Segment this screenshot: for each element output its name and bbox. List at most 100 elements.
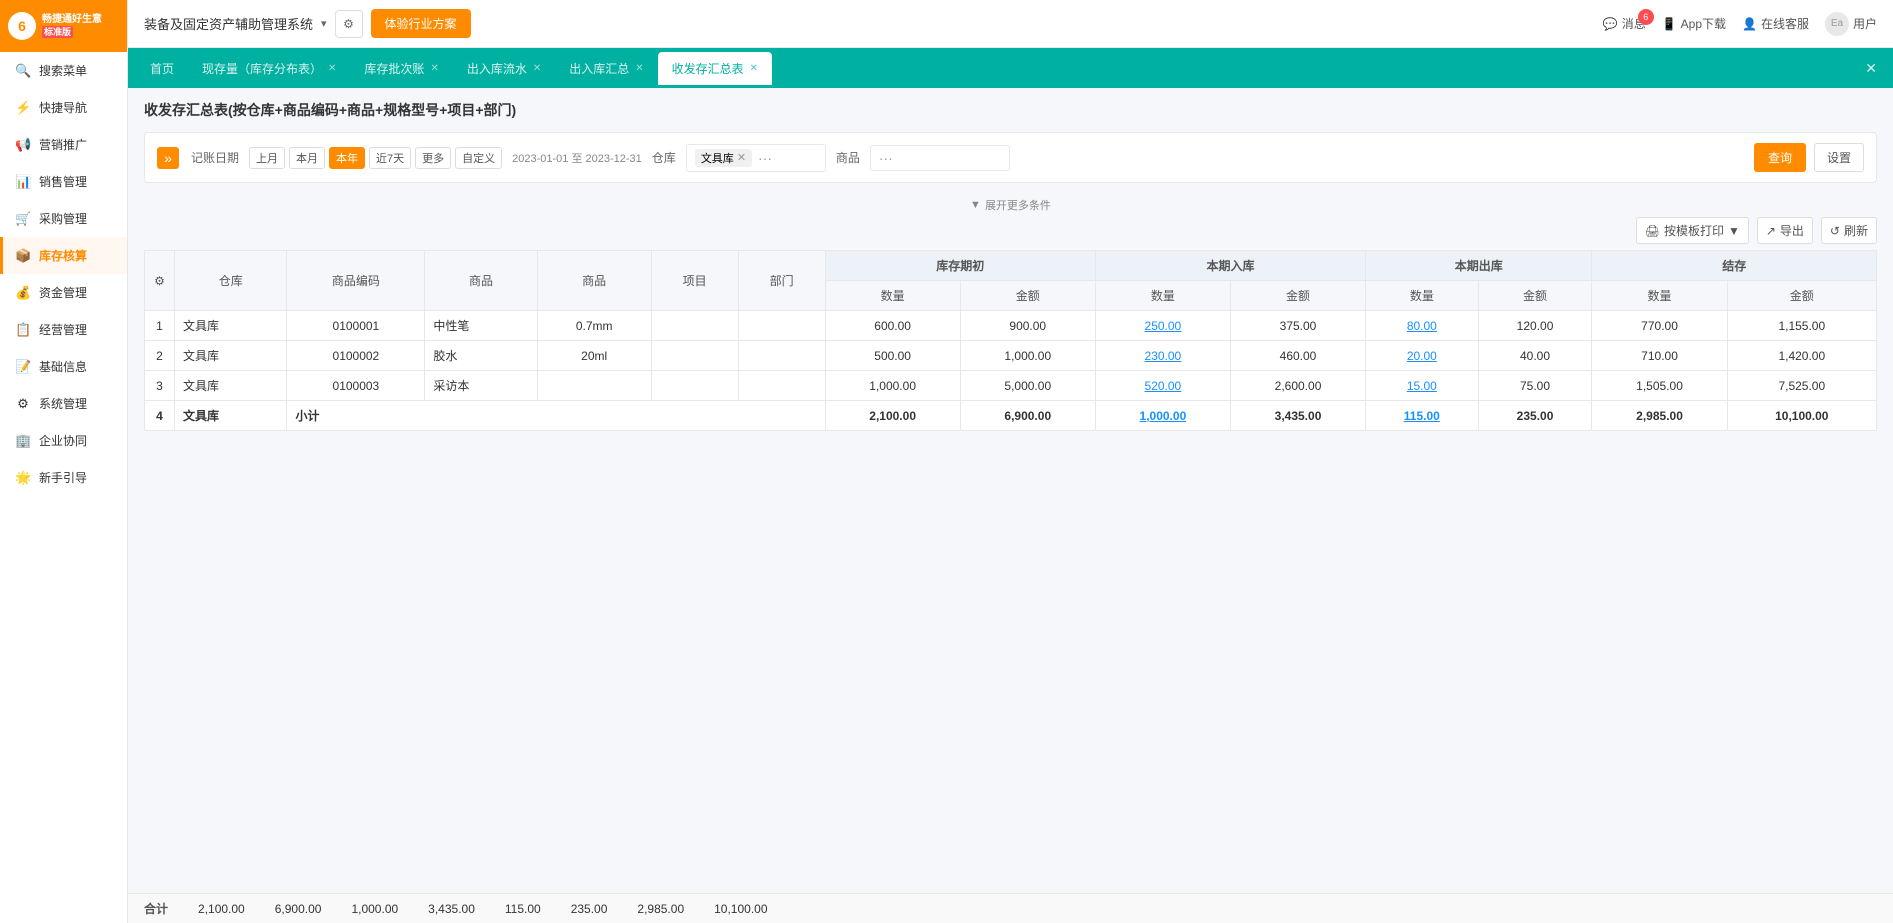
sidebar-item-marketing[interactable]: 📢 营销推广 bbox=[0, 126, 127, 163]
col-in-amt-header: 金额 bbox=[1230, 281, 1365, 311]
tab-close-icon[interactable]: ✕ bbox=[430, 63, 438, 74]
date-btn-custom[interactable]: 自定义 bbox=[455, 147, 502, 169]
row-in-qty[interactable]: 230.00 bbox=[1095, 341, 1230, 371]
tab-inout-flow[interactable]: 出入库流水 ✕ bbox=[453, 52, 555, 85]
row-index: 1 bbox=[145, 311, 175, 341]
user-menu[interactable]: Ea 用户 bbox=[1825, 12, 1877, 36]
subtotal-in-qty[interactable]: 1,000.00 bbox=[1095, 401, 1230, 431]
settings-button[interactable]: ⚙ bbox=[335, 10, 363, 38]
print-icon: 🖨 bbox=[1645, 224, 1660, 238]
tab-bar: 首页 现存量（库存分布表） ✕ 库存批次账 ✕ 出入库流水 ✕ 出入库汇总 ✕ … bbox=[128, 48, 1893, 88]
row-open-qty: 1,000.00 bbox=[825, 371, 960, 401]
col-project-header: 项目 bbox=[651, 251, 738, 311]
filter-toggle-button[interactable]: » bbox=[157, 147, 179, 169]
row-project bbox=[651, 371, 738, 401]
sidebar-item-search[interactable]: 🔍 搜索菜单 bbox=[0, 52, 127, 89]
row-out-qty[interactable]: 80.00 bbox=[1366, 311, 1479, 341]
subtotal-out-qty[interactable]: 115.00 bbox=[1366, 401, 1479, 431]
tab-close-icon[interactable]: ✕ bbox=[328, 63, 336, 74]
row-close-qty: 770.00 bbox=[1592, 311, 1727, 341]
sidebar-item-operations[interactable]: 📋 经营管理 bbox=[0, 311, 127, 348]
row-out-qty[interactable]: 15.00 bbox=[1366, 371, 1479, 401]
row-name: 中性笔 bbox=[425, 311, 537, 341]
col-out-header: 本期出库 bbox=[1366, 251, 1592, 281]
query-button[interactable]: 查询 bbox=[1754, 143, 1806, 172]
row-open-amt: 1,000.00 bbox=[960, 341, 1095, 371]
row-code: 0100002 bbox=[287, 341, 425, 371]
tab-inventory-dist[interactable]: 现存量（库存分布表） ✕ bbox=[188, 52, 350, 85]
operations-icon: 📋 bbox=[15, 322, 31, 338]
sidebar-item-quick-nav[interactable]: ⚡ 快捷导航 bbox=[0, 89, 127, 126]
row-close-amt: 7,525.00 bbox=[1727, 371, 1876, 401]
table-settings-icon[interactable]: ⚙ bbox=[154, 274, 165, 288]
row-in-qty[interactable]: 250.00 bbox=[1095, 311, 1230, 341]
refresh-button[interactable]: ↺ 刷新 bbox=[1821, 217, 1877, 244]
date-btn-last-month[interactable]: 上月 bbox=[249, 147, 285, 169]
tab-close-icon[interactable]: ✕ bbox=[635, 63, 643, 74]
col-close-amt-header: 金额 bbox=[1727, 281, 1876, 311]
date-filter-label: 记账日期 bbox=[191, 149, 239, 166]
row-code: 0100003 bbox=[287, 371, 425, 401]
col-settings-header[interactable]: ⚙ bbox=[145, 251, 175, 311]
online-service-button[interactable]: 👤 在线客服 bbox=[1742, 15, 1809, 32]
warehouse-more-icon[interactable]: ··· bbox=[758, 150, 772, 166]
warehouse-filter-label: 仓库 bbox=[652, 149, 676, 166]
total-open-qty: 2,100.00 bbox=[198, 902, 245, 916]
total-close-qty: 2,985.00 bbox=[637, 902, 684, 916]
product-filter-label: 商品 bbox=[836, 149, 860, 166]
tab-close-icon[interactable]: ✕ bbox=[533, 63, 541, 74]
sidebar-item-guide[interactable]: 🌟 新手引导 bbox=[0, 459, 127, 496]
tab-inout-summary[interactable]: 出入库汇总 ✕ bbox=[555, 52, 657, 85]
col-in-header: 本期入库 bbox=[1095, 251, 1365, 281]
filter-settings-button[interactable]: 设置 bbox=[1814, 143, 1864, 172]
bottom-bar: 合计 2,100.00 6,900.00 1,000.00 3,435.00 1… bbox=[128, 893, 1893, 923]
date-btn-7days[interactable]: 近7天 bbox=[369, 147, 411, 169]
row-in-qty[interactable]: 520.00 bbox=[1095, 371, 1230, 401]
col-in-qty-header: 数量 bbox=[1095, 281, 1230, 311]
sidebar-item-sales[interactable]: 📊 销售管理 bbox=[0, 163, 127, 200]
tab-bar-close-icon[interactable]: ✕ bbox=[1857, 56, 1885, 81]
product-filter-field[interactable]: ··· bbox=[870, 145, 1010, 171]
tab-batch[interactable]: 库存批次账 ✕ bbox=[350, 52, 452, 85]
warehouse-tag-close[interactable]: ✕ bbox=[737, 151, 746, 164]
row-warehouse: 文具库 bbox=[175, 311, 287, 341]
warehouse-filter-field[interactable]: 文具库 ✕ ··· bbox=[686, 144, 826, 172]
date-btn-this-month[interactable]: 本月 bbox=[289, 147, 325, 169]
message-button[interactable]: 💬 消息 6 bbox=[1603, 15, 1646, 32]
sidebar-item-inventory[interactable]: 📦 库存核算 bbox=[0, 237, 127, 274]
experience-button[interactable]: 体验行业方案 bbox=[371, 9, 471, 38]
table-row: 3 文具库 0100003 采访本 1,000.00 5,000.00 520.… bbox=[145, 371, 1877, 401]
sales-icon: 📊 bbox=[15, 174, 31, 190]
system-dropdown[interactable]: ▾ bbox=[321, 17, 327, 30]
app-download-button[interactable]: 📱 App下载 bbox=[1662, 15, 1726, 32]
filter-row: 记账日期 上月 本月 本年 近7天 更多 自定义 2023-01-01 至 20… bbox=[191, 144, 1742, 172]
export-button[interactable]: ↗ 导出 bbox=[1757, 217, 1813, 244]
sidebar-item-enterprise[interactable]: 🏢 企业协同 bbox=[0, 422, 127, 459]
tab-home[interactable]: 首页 bbox=[136, 52, 188, 85]
tab-receive-summary[interactable]: 收发存汇总表 ✕ bbox=[658, 52, 772, 85]
row-out-amt: 75.00 bbox=[1478, 371, 1592, 401]
expand-conditions-button[interactable]: ▼ 展开更多条件 bbox=[970, 197, 1051, 213]
row-out-amt: 40.00 bbox=[1478, 341, 1592, 371]
tab-close-active-icon[interactable]: ✕ bbox=[750, 63, 758, 74]
total-out-amt: 235.00 bbox=[571, 902, 608, 916]
sidebar-item-purchase[interactable]: 🛒 采购管理 bbox=[0, 200, 127, 237]
warehouse-tag: 文具库 ✕ bbox=[695, 149, 752, 167]
expand-icon: ▼ bbox=[970, 199, 981, 211]
top-header: 装备及固定资产辅助管理系统 ▾ ⚙ 体验行业方案 💬 消息 6 📱 App下载 … bbox=[128, 0, 1893, 48]
col-spec-header: 商品 bbox=[537, 251, 651, 311]
product-more-icon[interactable]: ··· bbox=[879, 150, 893, 166]
purchase-icon: 🛒 bbox=[15, 211, 31, 227]
row-out-qty[interactable]: 20.00 bbox=[1366, 341, 1479, 371]
sidebar-item-system[interactable]: ⚙ 系统管理 bbox=[0, 385, 127, 422]
row-in-amt: 375.00 bbox=[1230, 311, 1365, 341]
date-btn-more[interactable]: 更多 bbox=[415, 147, 451, 169]
date-btn-this-year[interactable]: 本年 bbox=[329, 147, 365, 169]
sidebar: 6 畅捷通好生意 标准版 🔍 搜索菜单 ⚡ 快捷导航 📢 营销推广 📊 销售管理… bbox=[0, 0, 128, 923]
row-project bbox=[651, 311, 738, 341]
print-button[interactable]: 🖨 按模板打印 ▼ bbox=[1636, 217, 1749, 244]
sidebar-item-base-info[interactable]: 📝 基础信息 bbox=[0, 348, 127, 385]
subtotal-in-amt: 3,435.00 bbox=[1230, 401, 1365, 431]
sidebar-item-finance[interactable]: 💰 资金管理 bbox=[0, 274, 127, 311]
table-toolbar: 🖨 按模板打印 ▼ ↗ 导出 ↺ 刷新 bbox=[144, 217, 1877, 244]
